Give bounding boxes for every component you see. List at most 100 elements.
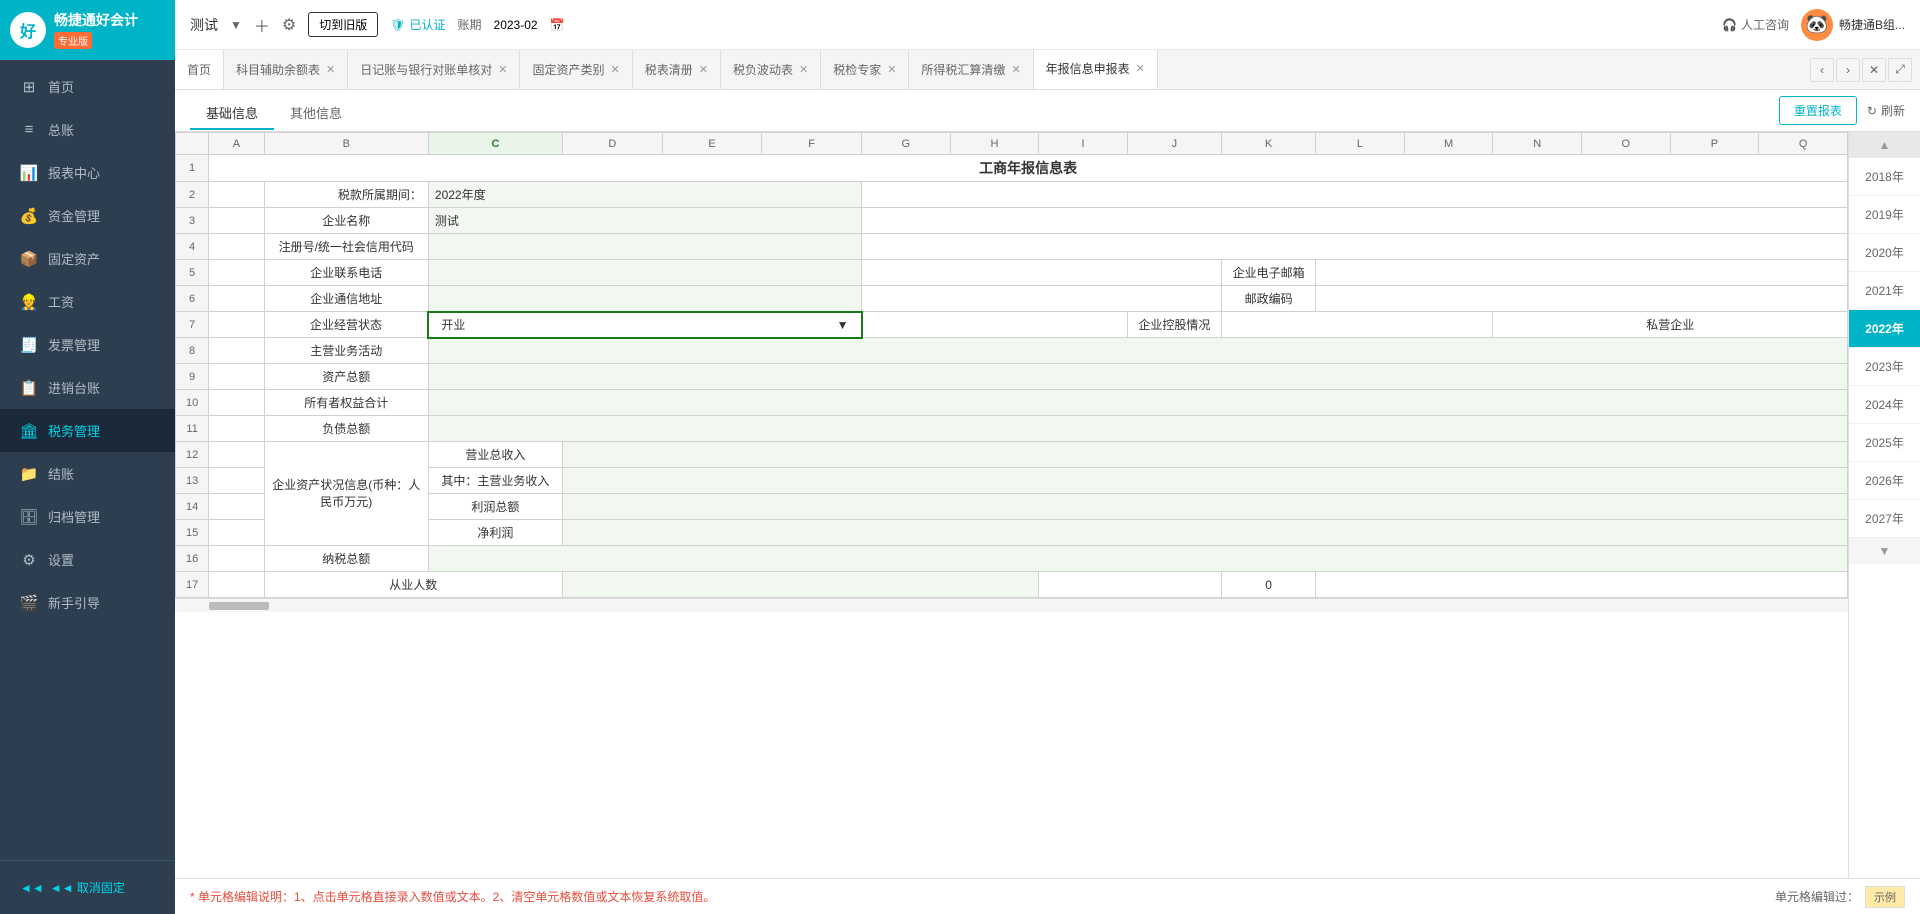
tab-6[interactable]: 税检专家✕ — [821, 50, 909, 89]
sub-tab-1[interactable]: 其他信息 — [274, 97, 358, 130]
cell-17-C[interactable] — [562, 572, 1038, 598]
cell-10-C[interactable] — [428, 390, 1847, 416]
sidebar-icon: 🧾 — [20, 336, 38, 354]
cell-4-C[interactable] — [428, 234, 861, 260]
year-item-2026年[interactable]: 2026年 — [1849, 462, 1920, 500]
cell-5-K[interactable] — [1316, 260, 1848, 286]
sub-tab-0[interactable]: 基础信息 — [190, 97, 274, 130]
cell-3-C[interactable]: 测试 — [428, 208, 861, 234]
sidebar-item-总账[interactable]: ≡ 总账 — [0, 108, 175, 151]
tab-close-button[interactable]: ✕ — [1862, 58, 1886, 82]
year-item-2022年[interactable]: 2022年 — [1849, 310, 1920, 348]
horizontal-scrollbar[interactable] — [175, 598, 1848, 612]
tab-3[interactable]: 固定资产类别✕ — [520, 50, 632, 89]
sidebar-icon: ⚙ — [20, 551, 38, 569]
cell-9-B: 资产总额 — [264, 364, 428, 390]
tab-next-button[interactable]: › — [1836, 58, 1860, 82]
sidebar-item-资金管理[interactable]: 💰 资金管理 — [0, 194, 175, 237]
tab-4[interactable]: 税表清册✕ — [633, 50, 721, 89]
topbar-add-button[interactable]: ＋ — [254, 13, 270, 37]
sidebar-item-进销台账[interactable]: 📋 进销台账 — [0, 366, 175, 409]
tab-close-icon-4[interactable]: ✕ — [699, 63, 708, 76]
sidebar-item-报表中心[interactable]: 📊 报表中心 — [0, 151, 175, 194]
sidebar-item-固定资产[interactable]: 📦 固定资产 — [0, 237, 175, 280]
year-panel-scroll-down[interactable]: ▼ — [1849, 538, 1920, 564]
sidebar-icon: 🎬 — [20, 594, 38, 612]
tab-label: 科目辅助余额表 — [236, 61, 320, 78]
year-item-2027年[interactable]: 2027年 — [1849, 500, 1920, 538]
reset-report-button[interactable]: 重置报表 — [1779, 96, 1857, 125]
table-row: 4注册号/统一社会信用代码 — [176, 234, 1848, 260]
sidebar-item-发票管理[interactable]: 🧾 发票管理 — [0, 323, 175, 366]
tab-close-icon-3[interactable]: ✕ — [611, 63, 620, 76]
tab-close-icon-7[interactable]: ✕ — [1011, 63, 1020, 76]
tab-close-icon-8[interactable]: ✕ — [1136, 62, 1145, 75]
cell-6-K[interactable] — [1316, 286, 1848, 312]
year-item-2021年[interactable]: 2021年 — [1849, 272, 1920, 310]
cell-13-C[interactable] — [562, 468, 1847, 494]
tab-prev-button[interactable]: ‹ — [1810, 58, 1834, 82]
sidebar-item-首页[interactable]: ⊞ 首页 — [0, 65, 175, 108]
tab-expand-button[interactable]: ⤢ — [1888, 58, 1912, 82]
sidebar-item-税务管理[interactable]: 🏛 税务管理 — [0, 409, 175, 452]
cell-7-K[interactable] — [1222, 312, 1493, 338]
tab-close-icon-1[interactable]: ✕ — [326, 63, 335, 76]
sidebar-item-工资[interactable]: 👷 工资 — [0, 280, 175, 323]
tab-0[interactable]: 首页 — [175, 50, 224, 89]
avatar: 🐼 — [1801, 9, 1833, 41]
sidebar-item-新手引导[interactable]: 🎬 新手引导 — [0, 581, 175, 624]
user-area[interactable]: 🐼 畅捷通B组... — [1801, 9, 1905, 41]
service-button[interactable]: 🎧 人工咨询 — [1722, 16, 1789, 33]
year-item-2020年[interactable]: 2020年 — [1849, 234, 1920, 272]
pin-button[interactable]: ◄◄ ◄◄ 取消固定 — [10, 871, 165, 904]
toolbar: 重置报表 ↻ 刷新 — [1779, 96, 1905, 131]
year-item-2025年[interactable]: 2025年 — [1849, 424, 1920, 462]
calendar-icon[interactable]: 📅 — [550, 18, 565, 32]
cell-9-A — [209, 364, 264, 390]
cell-5-A — [209, 260, 264, 286]
cell-16-C[interactable] — [428, 546, 1847, 572]
row-number-15: 15 — [176, 520, 209, 546]
tab-1[interactable]: 科目辅助余额表 ✕ — [224, 50, 348, 89]
tab-close-icon-2[interactable]: ✕ — [498, 63, 507, 76]
topbar-settings-icon[interactable]: ⚙ — [282, 15, 296, 35]
spreadsheet-container[interactable]: ABCDEFGHIJKLMNOPQ 1工商年报信息表2税款所属期间：2022年度… — [175, 132, 1848, 878]
sidebar-icon: 📊 — [20, 164, 38, 182]
sidebar-item-结账[interactable]: 📁 结账 — [0, 452, 175, 495]
cell-15-C[interactable] — [562, 520, 1847, 546]
dropdown-cell-7[interactable]: 开业▼ — [428, 312, 861, 338]
tab-2[interactable]: 日记账与银行对账单核对✕ — [348, 50, 520, 89]
row-number-7: 7 — [176, 312, 209, 338]
cell-9-C[interactable] — [428, 364, 1847, 390]
sidebar-bottom: ◄◄ ◄◄ 取消固定 — [0, 860, 175, 914]
year-item-2024年[interactable]: 2024年 — [1849, 386, 1920, 424]
spreadsheet-table: ABCDEFGHIJKLMNOPQ 1工商年报信息表2税款所属期间：2022年度… — [175, 132, 1848, 598]
tab-close-icon-6[interactable]: ✕ — [887, 63, 896, 76]
cell-5-C[interactable] — [428, 260, 861, 286]
row-number-16: 16 — [176, 546, 209, 572]
tab-7[interactable]: 所得税汇算清缴✕ — [909, 50, 1033, 89]
sidebar-item-归档管理[interactable]: 🗄 归档管理 — [0, 495, 175, 538]
cell-3-B: 企业名称 — [264, 208, 428, 234]
tab-close-icon-5[interactable]: ✕ — [799, 63, 808, 76]
cell-14-C[interactable] — [562, 494, 1847, 520]
year-item-2018年[interactable]: 2018年 — [1849, 158, 1920, 196]
year-item-2023年[interactable]: 2023年 — [1849, 348, 1920, 386]
cell-11-C[interactable] — [428, 416, 1847, 442]
year-panel-scroll-up[interactable]: ▲ — [1849, 132, 1920, 158]
topbar-dropdown-icon[interactable]: ▼ — [230, 18, 242, 32]
cell-12-C[interactable] — [562, 442, 1847, 468]
cell-2-C[interactable]: 2022年度 — [428, 182, 861, 208]
old-version-button[interactable]: 切到旧版 — [308, 12, 378, 37]
tab-5[interactable]: 税负波动表✕ — [721, 50, 821, 89]
period-value: 2023-02 — [494, 18, 538, 32]
tab-8[interactable]: 年报信息申报表✕ — [1034, 50, 1158, 89]
sub-tabs: 基础信息其他信息 — [190, 97, 358, 130]
refresh-button[interactable]: ↻ 刷新 — [1867, 102, 1905, 119]
cell-8-C[interactable] — [428, 338, 1847, 364]
sidebar-item-设置[interactable]: ⚙ 设置 — [0, 538, 175, 581]
year-item-2019年[interactable]: 2019年 — [1849, 196, 1920, 234]
cell-3-A — [209, 208, 264, 234]
table-row: 12企业资产状况信息(币种：人民币万元)营业总收入 — [176, 442, 1848, 468]
cell-6-C[interactable] — [428, 286, 861, 312]
